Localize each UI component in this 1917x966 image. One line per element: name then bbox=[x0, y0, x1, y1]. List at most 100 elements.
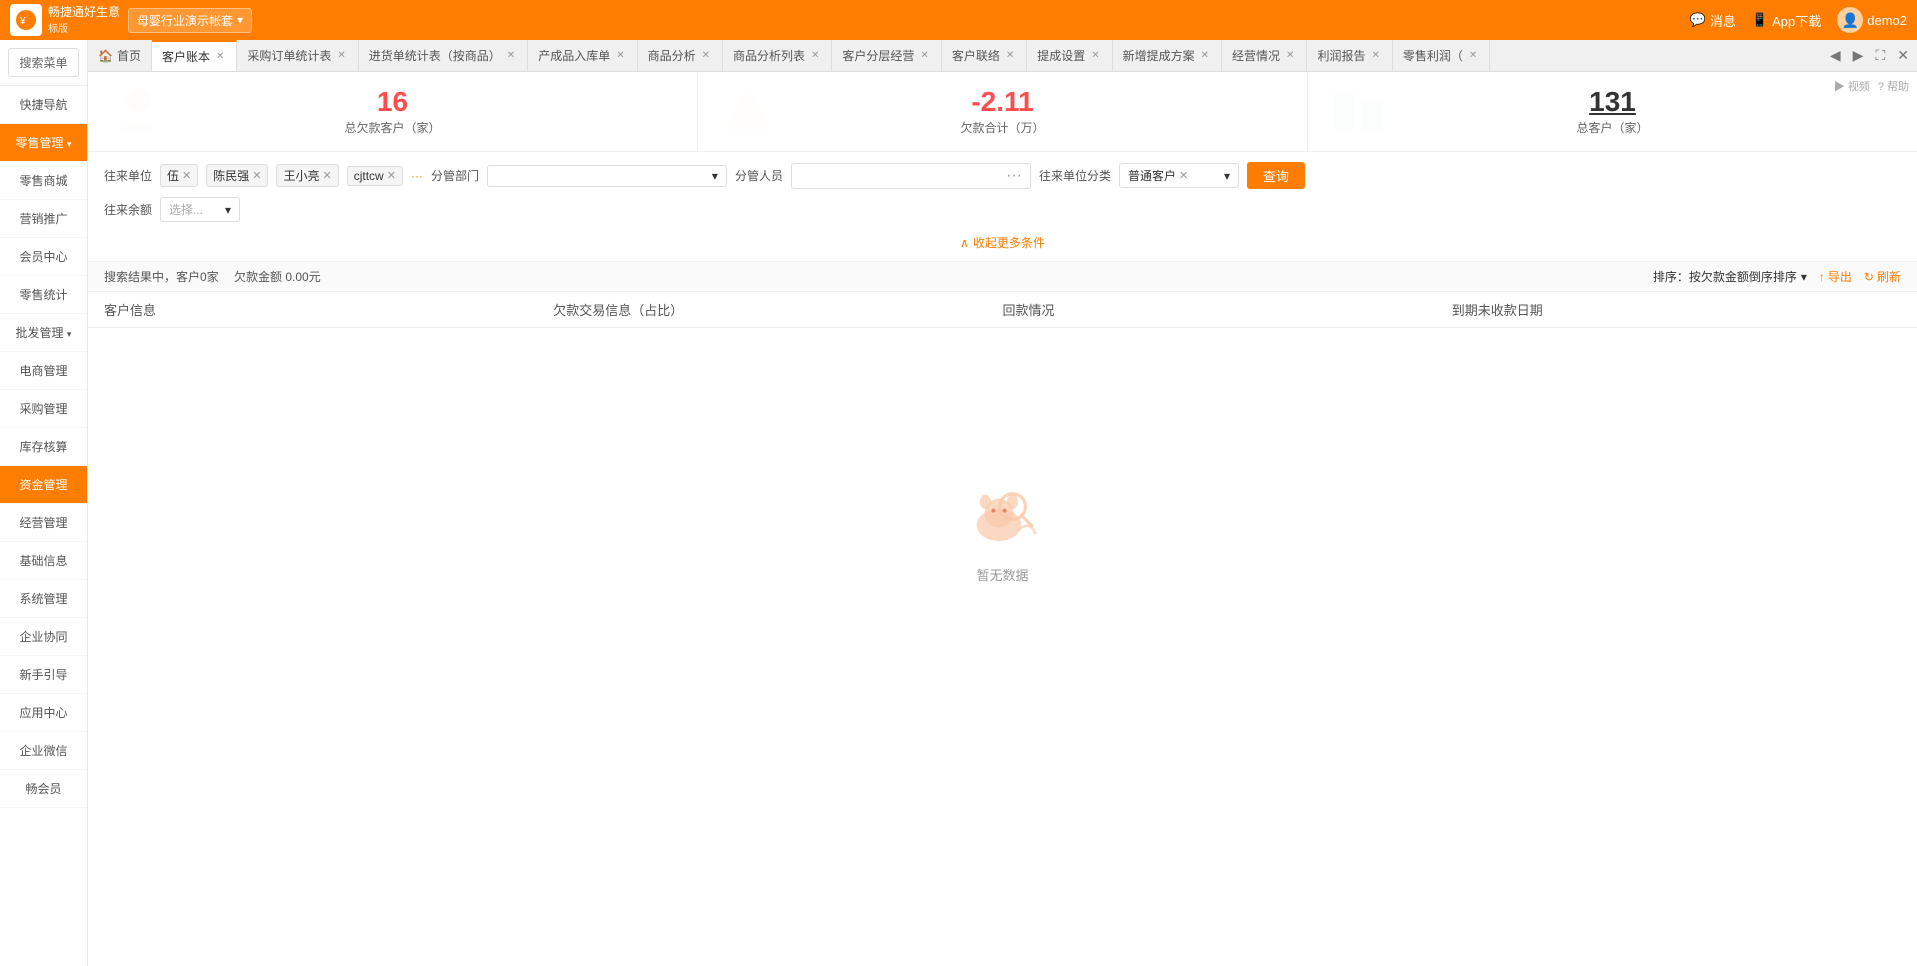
tab-profit-report-label: 利润报告 bbox=[1317, 47, 1365, 64]
sidebar-item-purchase[interactable]: 采购管理 bbox=[0, 390, 87, 428]
unit-type-value: 普通客户 bbox=[1128, 167, 1176, 184]
tab-business-status[interactable]: 经营情况 ✕ bbox=[1222, 40, 1307, 72]
filter-tag-1-close[interactable]: ✕ bbox=[182, 169, 191, 182]
sidebar-item-finance[interactable]: 资金管理 bbox=[0, 466, 87, 504]
sidebar-item-wholesale-label: 批发管理 bbox=[16, 326, 64, 340]
sidebar-item-marketing[interactable]: 营销推广 bbox=[0, 200, 87, 238]
unit-type-tag: 普通客户 ✕ bbox=[1128, 167, 1188, 184]
empty-state: 暂无数据 bbox=[953, 473, 1053, 584]
tab-home[interactable]: 🏠 首页 bbox=[88, 40, 152, 72]
sidebar-item-pro-member[interactable]: 畅会员 bbox=[0, 770, 87, 808]
sidebar-item-system[interactable]: 系统管理 bbox=[0, 580, 87, 618]
filter-tag-2-close[interactable]: ✕ bbox=[252, 169, 261, 182]
unit-type-close[interactable]: ✕ bbox=[1179, 169, 1188, 182]
tab-product-analysis-label: 商品分析 bbox=[648, 47, 696, 64]
tab-raise-settings-close[interactable]: ✕ bbox=[1089, 50, 1101, 61]
tab-raise-settings-label: 提成设置 bbox=[1037, 47, 1085, 64]
store-selector[interactable]: 母婴行业演示帐套 ▾ bbox=[128, 8, 252, 33]
filter-more-tags[interactable]: ··· bbox=[411, 169, 423, 183]
filter-tag-2: 陈民强 ✕ bbox=[206, 164, 268, 187]
sort-select[interactable]: 排序：按欠款金额倒序排序 ▾ bbox=[1653, 268, 1807, 285]
sidebar-item-quick-nav[interactable]: 快捷导航 bbox=[0, 86, 87, 124]
tab-product-analysis-list-label: 商品分析列表 bbox=[733, 47, 805, 64]
tab-inbound-stats[interactable]: 进货单统计表（按商品） ✕ bbox=[359, 40, 528, 72]
tab-scroll-right[interactable]: ▶ bbox=[1849, 45, 1868, 66]
stat-overdue-amount: -2.11 欠款合计（万） bbox=[698, 72, 1308, 151]
filter-tag-1: 伍 ✕ bbox=[160, 164, 198, 187]
tab-close-all[interactable]: ✕ bbox=[1893, 45, 1913, 66]
tab-purchase-order[interactable]: 采购订单统计表 ✕ bbox=[237, 40, 358, 72]
unit-type-select[interactable]: 普通客户 ✕ ▾ bbox=[1119, 163, 1239, 188]
tab-retail-profit-close[interactable]: ✕ bbox=[1467, 50, 1479, 61]
filter-tag-4-close[interactable]: ✕ bbox=[387, 169, 396, 182]
tab-new-raise-plan[interactable]: 新增提成方案 ✕ bbox=[1113, 40, 1222, 72]
tab-profit-report[interactable]: 利润报告 ✕ bbox=[1307, 40, 1392, 72]
chevron-down-icon: ▾ bbox=[67, 139, 72, 149]
logo-text: 畅捷通好生意 标版 bbox=[48, 5, 120, 34]
sidebar-item-enterprise-wechat[interactable]: 企业微信 bbox=[0, 732, 87, 770]
tab-customer-tier-label: 客户分层经营 bbox=[842, 47, 914, 64]
tab-product-inbound-close[interactable]: ✕ bbox=[614, 50, 626, 61]
tab-product-inbound[interactable]: 产成品入库单 ✕ bbox=[528, 40, 637, 72]
tab-customer-tier-close[interactable]: ✕ bbox=[918, 50, 930, 61]
tab-profit-report-close[interactable]: ✕ bbox=[1369, 50, 1381, 61]
tab-maximize[interactable]: ⛶ bbox=[1871, 45, 1889, 66]
tab-customer-contact[interactable]: 客户联络 ✕ bbox=[942, 40, 1027, 72]
tab-business-status-close[interactable]: ✕ bbox=[1284, 50, 1296, 61]
video-link[interactable]: ▶ 视频 bbox=[1834, 78, 1870, 94]
chevron-down-icon-5: ▾ bbox=[225, 203, 231, 217]
sidebar-item-retail[interactable]: 零售管理 ▾ bbox=[0, 124, 87, 162]
filter-row-2: 往来余额 选择... ▾ bbox=[104, 197, 1901, 222]
total-customers-label: 总客户（家） bbox=[1576, 119, 1648, 136]
sidebar-item-new-guide[interactable]: 新手引导 bbox=[0, 656, 87, 694]
stat-overdue-customers: 16 总欠款客户（家） bbox=[88, 72, 698, 151]
search-button[interactable]: 查询 bbox=[1247, 162, 1305, 189]
balance-label: 往来余额 bbox=[104, 201, 152, 218]
chevron-down-icon-4: ▾ bbox=[1224, 169, 1230, 183]
tab-customer-tier[interactable]: 客户分层经营 ✕ bbox=[832, 40, 941, 72]
filter-tag-3-close[interactable]: ✕ bbox=[323, 169, 332, 182]
sidebar-search: 搜索菜单 bbox=[0, 40, 87, 86]
search-menu-button[interactable]: 搜索菜单 bbox=[8, 48, 79, 77]
sidebar-item-operations[interactable]: 经营管理 bbox=[0, 504, 87, 542]
help-link[interactable]: ? 帮助 bbox=[1878, 78, 1909, 94]
sidebar-item-enterprise-coop[interactable]: 企业协同 bbox=[0, 618, 87, 656]
sidebar-item-wholesale[interactable]: 批发管理 ▾ bbox=[0, 314, 87, 352]
tab-scroll-left[interactable]: ◀ bbox=[1826, 45, 1845, 66]
tab-product-analysis-list-close[interactable]: ✕ bbox=[809, 50, 821, 61]
person-dots[interactable]: ··· bbox=[1006, 167, 1022, 185]
app-download-button[interactable]: 📱 App下载 bbox=[1752, 11, 1821, 30]
overdue-summary: 欠款金额 0.00元 bbox=[234, 270, 321, 284]
export-button[interactable]: ↑ 导出 bbox=[1819, 268, 1852, 285]
refresh-button[interactable]: ↻ 刷新 bbox=[1864, 268, 1901, 285]
tab-customer-contact-close[interactable]: ✕ bbox=[1004, 50, 1016, 61]
tab-inbound-stats-close[interactable]: ✕ bbox=[505, 50, 517, 61]
tab-purchase-order-close[interactable]: ✕ bbox=[335, 50, 347, 61]
sidebar-item-retail-mall[interactable]: 零售商城 bbox=[0, 162, 87, 200]
total-customers-value: 131 bbox=[1589, 87, 1636, 118]
tab-product-analysis[interactable]: 商品分析 ✕ bbox=[638, 40, 723, 72]
department-select[interactable]: ▾ bbox=[487, 165, 727, 187]
sidebar-item-inventory[interactable]: 库存核算 bbox=[0, 428, 87, 466]
sidebar-item-ecommerce[interactable]: 电商管理 bbox=[0, 352, 87, 390]
collapse-button[interactable]: ∧ 收起更多条件 bbox=[960, 234, 1045, 251]
person-select[interactable]: ··· bbox=[791, 163, 1031, 189]
tab-raise-settings[interactable]: 提成设置 ✕ bbox=[1027, 40, 1112, 72]
sidebar-item-app-center[interactable]: 应用中心 bbox=[0, 694, 87, 732]
person-label: 分管人员 bbox=[735, 167, 783, 184]
sidebar-item-member[interactable]: 会员中心 bbox=[0, 238, 87, 276]
tab-customer-book[interactable]: 客户账本 ✕ bbox=[152, 40, 237, 72]
tab-customer-book-close[interactable]: ✕ bbox=[214, 51, 226, 62]
message-button[interactable]: 💬 消息 bbox=[1690, 11, 1736, 30]
sidebar-item-retail-stats[interactable]: 零售统计 bbox=[0, 276, 87, 314]
tab-retail-profit[interactable]: 零售利润（ ✕ bbox=[1393, 40, 1490, 72]
balance-select[interactable]: 选择... ▾ bbox=[160, 197, 240, 222]
tab-product-analysis-list[interactable]: 商品分析列表 ✕ bbox=[723, 40, 832, 72]
logo-sub: 标版 bbox=[48, 20, 120, 35]
home-icon: 🏠 bbox=[98, 49, 113, 63]
sidebar-item-basic-info[interactable]: 基础信息 bbox=[0, 542, 87, 580]
filter-area: 往来单位 伍 ✕ 陈民强 ✕ 王小亮 ✕ bbox=[88, 152, 1917, 262]
tab-product-analysis-close[interactable]: ✕ bbox=[700, 50, 712, 61]
user-menu[interactable]: 👤 demo2 bbox=[1837, 7, 1907, 33]
tab-new-raise-plan-close[interactable]: ✕ bbox=[1199, 50, 1211, 61]
